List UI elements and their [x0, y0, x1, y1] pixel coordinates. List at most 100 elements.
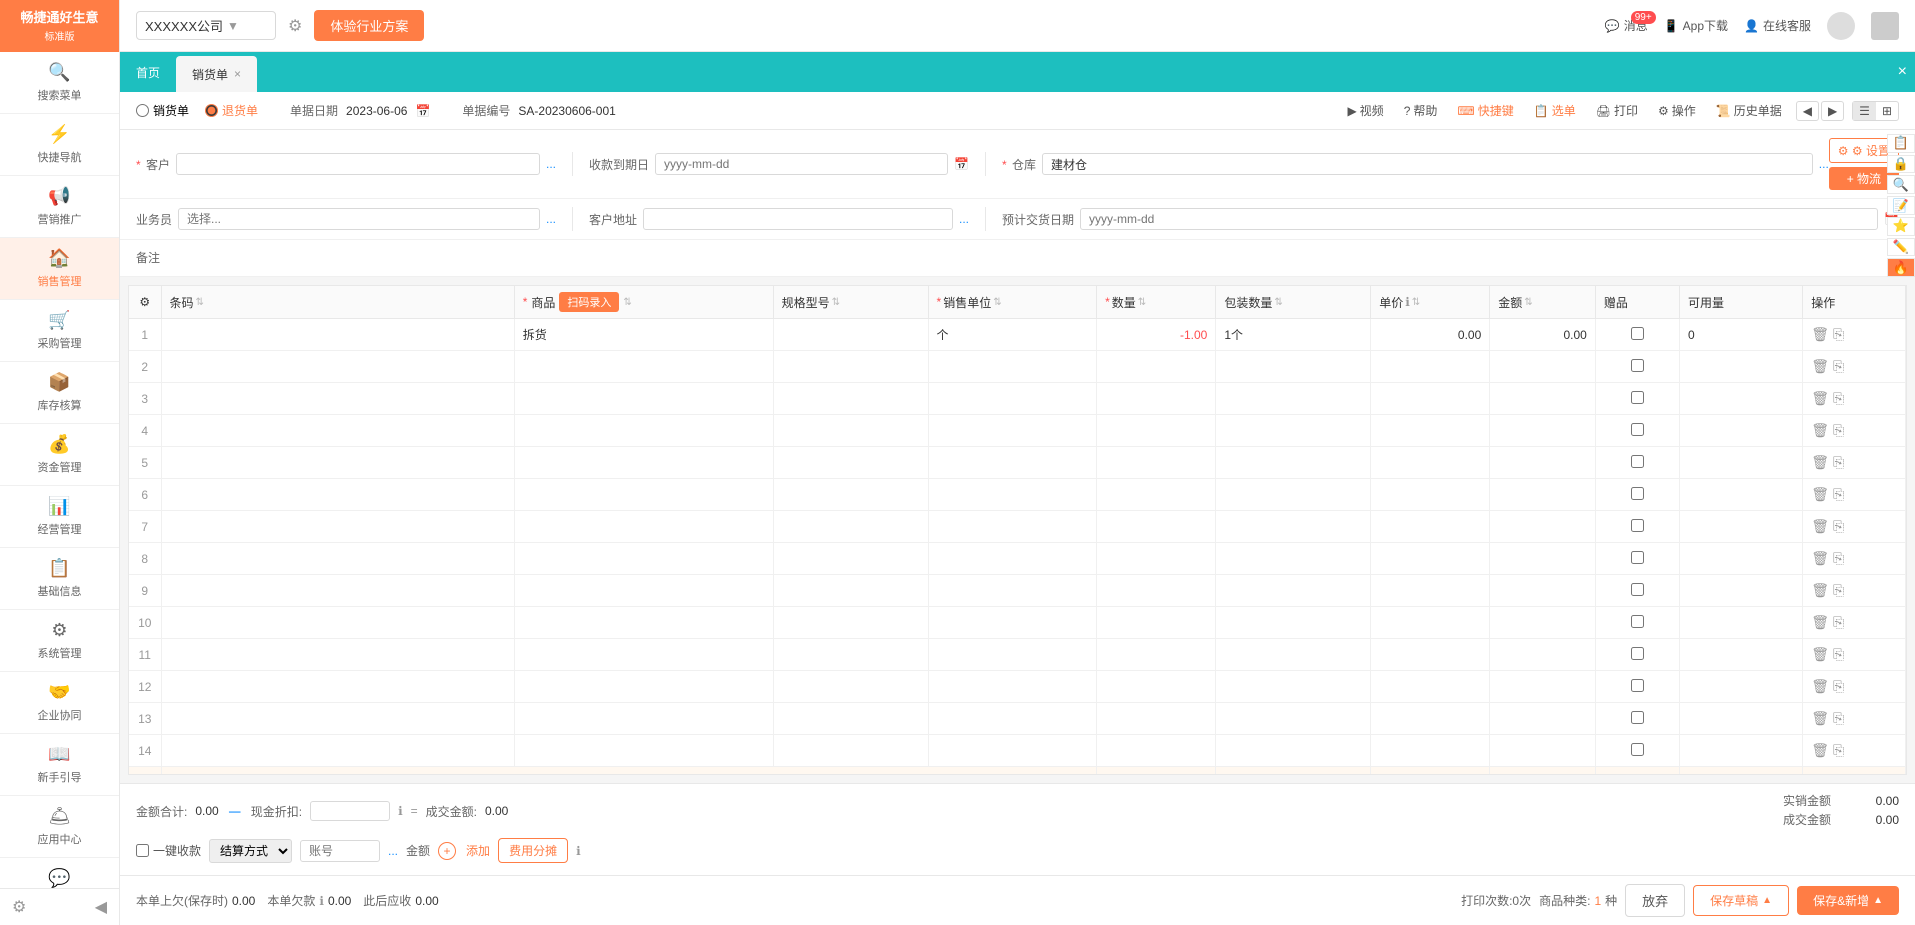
sidebar-item-guide[interactable]: 📖 新手引导: [0, 734, 119, 796]
gift-checkbox-13[interactable]: [1631, 711, 1644, 724]
fee-btn[interactable]: 费用分摊: [498, 838, 568, 863]
list-view-btn[interactable]: ☰: [1853, 102, 1876, 120]
sidebar-item-finance[interactable]: 💰 资金管理: [0, 424, 119, 486]
customer-dots[interactable]: ...: [546, 157, 556, 171]
sort-unit-icon[interactable]: ⇅: [993, 297, 1001, 308]
copy-row-7-icon[interactable]: ⎘: [1833, 518, 1844, 535]
warehouse-dots[interactable]: ...: [1819, 157, 1829, 171]
action-video[interactable]: ▶ 视频: [1341, 100, 1389, 121]
sidebar-item-enterprise[interactable]: 🤝 企业协同: [0, 672, 119, 734]
grid-view-btn[interactable]: ⊞: [1876, 102, 1898, 120]
sort-barcode-icon[interactable]: ⇅: [196, 297, 204, 308]
delete-row-4-icon[interactable]: 🗑: [1811, 422, 1829, 439]
company-selector[interactable]: XXXXXX公司 ▼: [136, 11, 276, 40]
gift-checkbox-10[interactable]: [1631, 615, 1644, 628]
sort-amount-icon[interactable]: ⇅: [1524, 297, 1532, 308]
gift-checkbox-1[interactable]: [1631, 327, 1644, 340]
delete-row-3-icon[interactable]: 🗑: [1811, 390, 1829, 407]
delete-row-8-icon[interactable]: 🗑: [1811, 550, 1829, 567]
rp-btn-1[interactable]: 📋: [1887, 134, 1915, 153]
row-1-spec[interactable]: [773, 319, 928, 351]
calendar-icon[interactable]: 📅: [415, 104, 430, 118]
copy-row-2-icon[interactable]: ⎘: [1833, 358, 1844, 375]
radio-return-order[interactable]: 退货单: [205, 102, 258, 119]
tab-home[interactable]: 首页: [120, 52, 176, 92]
one-click-label[interactable]: 一键收款: [136, 842, 201, 859]
sidebar-item-app-center[interactable]: 🛎 应用中心: [0, 796, 119, 858]
gift-checkbox-7[interactable]: [1631, 519, 1644, 532]
tab-close-icon[interactable]: ×: [234, 67, 241, 81]
delete-row-1-icon[interactable]: 🗑: [1811, 326, 1829, 343]
gift-checkbox-11[interactable]: [1631, 647, 1644, 660]
sort-spec-icon[interactable]: ⇅: [832, 297, 840, 308]
scan-btn[interactable]: 扫码录入: [559, 292, 619, 312]
method-select[interactable]: 结算方式: [209, 839, 292, 863]
copy-row-4-icon[interactable]: ⎘: [1833, 422, 1844, 439]
gift-checkbox-8[interactable]: [1631, 551, 1644, 564]
add-payment-btn[interactable]: +: [438, 842, 456, 860]
copy-row-6-icon[interactable]: ⎘: [1833, 486, 1844, 503]
gift-checkbox-3[interactable]: [1631, 391, 1644, 404]
rp-btn-4[interactable]: 📝: [1887, 196, 1915, 215]
copy-row-14-icon[interactable]: ⎘: [1833, 742, 1844, 759]
delete-row-5-icon[interactable]: 🗑: [1811, 454, 1829, 471]
rp-btn-3[interactable]: 🔍: [1887, 175, 1915, 194]
note-input[interactable]: [168, 246, 1899, 268]
copy-row-13-icon[interactable]: ⎘: [1833, 710, 1844, 727]
sort-qty-icon[interactable]: ⇅: [1138, 297, 1146, 308]
sidebar-item-purchase[interactable]: 🛒 采购管理: [0, 300, 119, 362]
topbar-gear-icon[interactable]: ⚙: [288, 16, 302, 36]
app-download-btn[interactable]: 📱 App下载: [1664, 17, 1728, 34]
action-select[interactable]: 📋 选单: [1528, 100, 1582, 121]
sidebar-item-inventory[interactable]: 📦 库存核算: [0, 362, 119, 424]
user-avatar[interactable]: [1827, 12, 1855, 40]
row-1-gift[interactable]: [1595, 319, 1679, 351]
sort-pkg-icon[interactable]: ⇅: [1274, 297, 1282, 308]
minus-btn[interactable]: －: [227, 799, 243, 823]
rp-btn-6[interactable]: ✏️: [1887, 238, 1915, 257]
delete-row-6-icon[interactable]: 🗑: [1811, 486, 1829, 503]
row-2-price[interactable]: [1371, 351, 1490, 383]
customer-input[interactable]: [176, 153, 540, 175]
customer-addr-dots[interactable]: ...: [959, 212, 969, 226]
copy-row-5-icon[interactable]: ⎘: [1833, 454, 1844, 471]
one-click-checkbox[interactable]: [136, 844, 149, 857]
barcode-input-1[interactable]: [170, 328, 506, 342]
delivery-date-input[interactable]: [1080, 208, 1878, 230]
gift-checkbox-6[interactable]: [1631, 487, 1644, 500]
online-service-btn[interactable]: 👤 在线客服: [1744, 17, 1811, 34]
row-2-spec[interactable]: [773, 351, 928, 383]
receive-date-calendar-icon[interactable]: 📅: [954, 157, 969, 171]
discount-input[interactable]: [310, 801, 390, 821]
sidebar-item-sales[interactable]: 🏠 销售管理: [0, 238, 119, 300]
copy-row-12-icon[interactable]: ⎘: [1833, 678, 1844, 695]
tab-sales-order[interactable]: 销货单 ×: [176, 56, 257, 92]
radio-sales-input[interactable]: [136, 104, 149, 117]
radio-sales-order[interactable]: 销货单: [136, 102, 189, 119]
action-help[interactable]: ? 帮助: [1398, 100, 1444, 121]
row-1-barcode[interactable]: [161, 319, 514, 351]
sidebar-item-basic[interactable]: 📋 基础信息: [0, 548, 119, 610]
rp-btn-2[interactable]: 🔒: [1887, 155, 1915, 174]
action-operate[interactable]: ⚙ 操作: [1652, 100, 1702, 121]
copy-row-3-icon[interactable]: ⎘: [1833, 390, 1844, 407]
prev-btn[interactable]: ◀: [1796, 101, 1819, 121]
delete-row-12-icon[interactable]: 🗑: [1811, 678, 1829, 695]
delete-row-11-icon[interactable]: 🗑: [1811, 646, 1829, 663]
warehouse-input[interactable]: [1042, 153, 1813, 175]
gift-checkbox-2[interactable]: [1631, 359, 1644, 372]
settings-footer-icon[interactable]: ⚙: [12, 897, 26, 917]
sidebar-item-search[interactable]: 🔍 搜索菜单: [0, 52, 119, 114]
sidebar-item-wechat[interactable]: 💬 企业微信: [0, 858, 119, 888]
copy-row-9-icon[interactable]: ⎘: [1833, 582, 1844, 599]
gift-checkbox-9[interactable]: [1631, 583, 1644, 596]
collapse-icon[interactable]: ◀: [95, 897, 107, 917]
rp-btn-7[interactable]: 🔥: [1887, 258, 1915, 277]
row-2-pkg[interactable]: [1216, 351, 1371, 383]
close-all-tabs-icon[interactable]: ×: [1898, 63, 1907, 81]
row-2-amount[interactable]: [1490, 351, 1596, 383]
copy-row-10-icon[interactable]: ⎘: [1833, 614, 1844, 631]
abandon-btn[interactable]: 放弃: [1625, 884, 1685, 917]
delete-row-10-icon[interactable]: 🗑: [1811, 614, 1829, 631]
salesperson-dots[interactable]: ...: [546, 212, 556, 226]
